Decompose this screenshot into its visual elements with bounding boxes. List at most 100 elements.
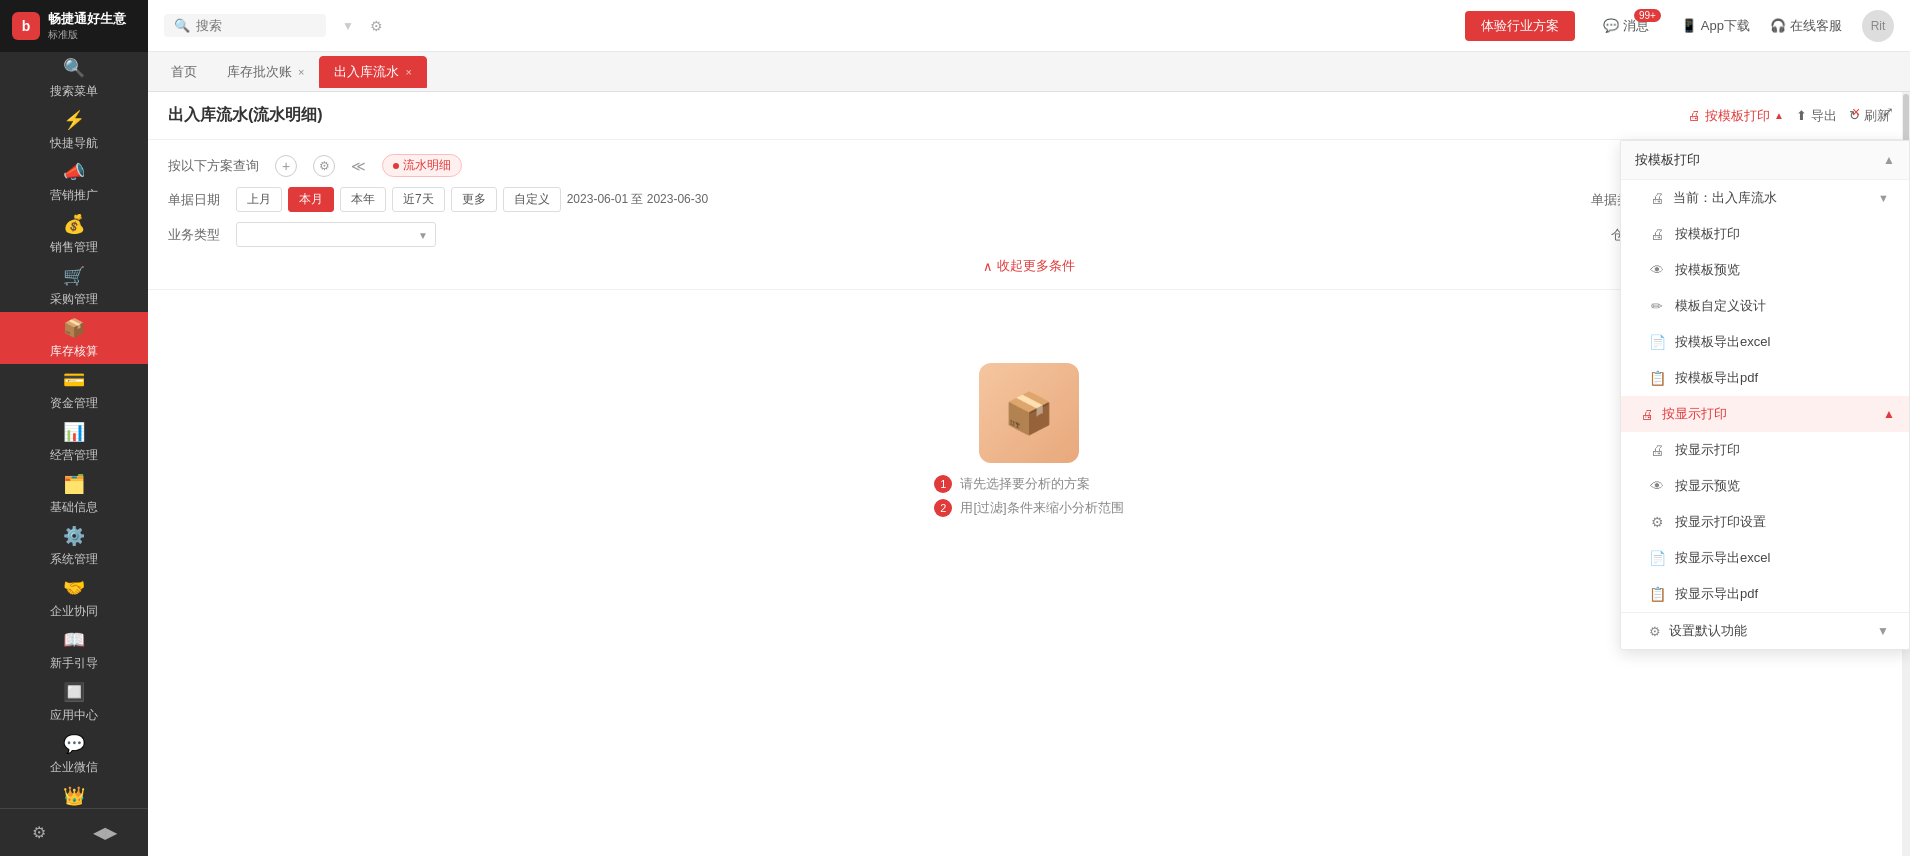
dp-current-item[interactable]: 🖨 当前：出入库流水 ▼ <box>1621 180 1909 216</box>
date-btn-this-month[interactable]: 本月 <box>288 187 334 212</box>
sidebar-item-quick-nav[interactable]: ⚡ 快捷导航 <box>0 104 148 156</box>
sidebar-item-member[interactable]: 👑 畅会员 <box>0 780 148 808</box>
biz-type-select[interactable] <box>236 222 436 247</box>
dp-display-export-excel-label: 按显示导出excel <box>1675 549 1770 567</box>
customer-service-label: 在线客服 <box>1790 17 1842 35</box>
finance-icon: 💳 <box>63 369 85 391</box>
dp-display-section-icon: 🖨 <box>1641 407 1654 422</box>
tab-flow-close[interactable]: × <box>405 66 411 78</box>
maximize-button[interactable]: ⤢ <box>1874 98 1902 126</box>
date-btn-more[interactable]: 更多 <box>451 187 497 212</box>
dp-template-custom-icon: ✏ <box>1649 298 1665 314</box>
dp-display-preview-label: 按显示预览 <box>1675 477 1740 495</box>
sidebar-item-finance[interactable]: 💳 资金管理 <box>0 364 148 416</box>
date-btn-this-year[interactable]: 本年 <box>340 187 386 212</box>
date-btn-custom[interactable]: 自定义 <box>503 187 561 212</box>
sidebar-item-marketing[interactable]: 📣 营销推广 <box>0 156 148 208</box>
dp-display-print[interactable]: 🖨 按显示打印 <box>1621 432 1909 468</box>
sidebar-item-base[interactable]: 🗂️ 基础信息 <box>0 468 148 520</box>
sidebar-nav: 🔍 搜索菜单 ⚡ 快捷导航 📣 营销推广 💰 销售管理 🛒 采购管理 📦 库存核… <box>0 52 148 808</box>
dp-display-print-label: 按显示打印 <box>1675 441 1740 459</box>
dp-template-preview[interactable]: 👁 按模板预览 <box>1621 252 1909 288</box>
filter-section-label: 按以下方案查询 <box>168 157 259 175</box>
dp-display-export-excel[interactable]: 📄 按显示导出excel <box>1621 540 1909 576</box>
sidebar-item-label: 搜索菜单 <box>50 83 98 100</box>
dp-collapse-arrow[interactable]: ▲ <box>1883 153 1895 167</box>
sidebar-item-system[interactable]: ⚙️ 系统管理 <box>0 520 148 572</box>
dp-template-preview-icon: 👁 <box>1649 262 1665 278</box>
tab-home[interactable]: 首页 <box>156 56 212 88</box>
sidebar-item-operation[interactable]: 📊 经营管理 <box>0 416 148 468</box>
sidebar-item-label: 销售管理 <box>50 239 98 256</box>
sidebar: b 畅捷通好生意 标准版 🔍 搜索菜单 ⚡ 快捷导航 📣 营销推广 💰 销售管理… <box>0 0 148 856</box>
export-btn[interactable]: ⬆ 导出 <box>1796 107 1837 125</box>
dp-display-preview[interactable]: 👁 按显示预览 <box>1621 468 1909 504</box>
search-input[interactable] <box>196 18 316 33</box>
dp-footer-label: 设置默认功能 <box>1669 622 1747 640</box>
dp-title: 按模板打印 <box>1635 151 1700 169</box>
sidebar-item-label: 库存核算 <box>50 343 98 360</box>
sidebar-item-label: 基础信息 <box>50 499 98 516</box>
sales-icon: 💰 <box>63 213 85 235</box>
sidebar-item-purchase[interactable]: 🛒 采购管理 <box>0 260 148 312</box>
inventory-icon: 📦 <box>63 317 85 339</box>
sidebar-item-guide[interactable]: 📖 新手引导 <box>0 624 148 676</box>
dp-template-export-excel[interactable]: 📄 按模板导出excel <box>1621 324 1909 360</box>
wechat-icon: 💬 <box>63 733 85 755</box>
add-filter-btn[interactable]: + <box>275 155 297 177</box>
dp-template-export-pdf[interactable]: 📋 按模板导出pdf <box>1621 360 1909 396</box>
filter-tag-detail[interactable]: 流水明细 <box>382 154 462 177</box>
dp-display-print-settings-icon: ⚙ <box>1649 514 1665 530</box>
sidebar-item-inventory[interactable]: 📦 库存核算 <box>0 312 148 364</box>
sidebar-item-search[interactable]: 🔍 搜索菜单 <box>0 52 148 104</box>
dp-template-custom-label: 模板自定义设计 <box>1675 297 1766 315</box>
settings-icon[interactable]: ⚙ <box>370 18 383 34</box>
collapse-more-btn[interactable]: ∧ 收起更多条件 <box>983 257 1075 275</box>
biz-type-label: 业务类型 <box>168 226 220 244</box>
user-profile[interactable]: Rit <box>1862 10 1894 42</box>
print-template-btn[interactable]: 🖨 按模板打印 ▲ <box>1688 107 1784 125</box>
operation-icon: 📊 <box>63 421 85 443</box>
tab-bar: 首页 库存批次账 × 出入库流水 × <box>148 52 1910 92</box>
main-area: 🔍 ▼ ⚙ 体验行业方案 💬 消息 99+ 📱 App下载 🎧 在线客服 R <box>148 0 1910 856</box>
sidebar-item-wechat[interactable]: 💬 企业微信 <box>0 728 148 780</box>
dp-display-section[interactable]: 🖨 按显示打印 ▲ <box>1621 396 1909 432</box>
print-dropdown-panel: 按模板打印 ▲ 🖨 当前：出入库流水 ▼ 🖨 按模板打印 👁 按模板预览 <box>1620 140 1910 650</box>
industry-btn[interactable]: 体验行业方案 <box>1465 11 1575 41</box>
toggle-sidebar-icon[interactable]: ◀▶ <box>93 823 117 842</box>
dp-footer-icon: ⚙ <box>1649 624 1661 639</box>
sidebar-item-sales[interactable]: 💰 销售管理 <box>0 208 148 260</box>
step-num-1: 1 <box>934 475 952 493</box>
dp-header: 按模板打印 ▲ <box>1621 141 1909 180</box>
search-box[interactable]: 🔍 <box>164 14 326 37</box>
sidebar-item-label: 经营管理 <box>50 447 98 464</box>
search-icon: 🔍 <box>174 18 190 33</box>
tab-batch-close[interactable]: × <box>298 66 304 78</box>
date-btn-prev-month[interactable]: 上月 <box>236 187 282 212</box>
customer-service-item[interactable]: 🎧 在线客服 <box>1770 17 1842 35</box>
tab-batch[interactable]: 库存批次账 × <box>212 56 319 88</box>
close-button[interactable]: × <box>1842 98 1870 126</box>
sidebar-item-app-center[interactable]: 🔲 应用中心 <box>0 676 148 728</box>
dp-display-export-excel-icon: 📄 <box>1649 550 1665 566</box>
filter-settings-btn[interactable]: ⚙ <box>313 155 335 177</box>
collapse-filter-icon[interactable]: ≪ <box>351 158 366 174</box>
search-icon: 🔍 <box>63 57 85 79</box>
tab-flow[interactable]: 出入库流水 × <box>319 56 426 88</box>
dp-footer[interactable]: ⚙ 设置默认功能 ▼ <box>1621 612 1909 649</box>
dp-display-print-settings[interactable]: ⚙ 按显示打印设置 <box>1621 504 1909 540</box>
sidebar-item-enterprise[interactable]: 🤝 企业协同 <box>0 572 148 624</box>
sidebar-item-label: 企业微信 <box>50 759 98 776</box>
app-download-item[interactable]: 📱 App下载 <box>1681 17 1750 35</box>
dp-template-export-excel-label: 按模板导出excel <box>1675 333 1770 351</box>
notification-item[interactable]: 💬 消息 99+ <box>1603 17 1649 35</box>
settings-bottom-icon[interactable]: ⚙ <box>32 823 46 842</box>
dp-template-print[interactable]: 🖨 按模板打印 <box>1621 216 1909 252</box>
biz-type-select-wrap <box>236 222 436 247</box>
dp-template-custom[interactable]: ✏ 模板自定义设计 <box>1621 288 1909 324</box>
dropdown-arrow[interactable]: ▼ <box>342 19 354 33</box>
tag-dot <box>393 163 399 169</box>
date-btn-7days[interactable]: 近7天 <box>392 187 445 212</box>
dp-display-export-pdf[interactable]: 📋 按显示导出pdf <box>1621 576 1909 612</box>
notification-badge: 99+ <box>1634 9 1661 22</box>
